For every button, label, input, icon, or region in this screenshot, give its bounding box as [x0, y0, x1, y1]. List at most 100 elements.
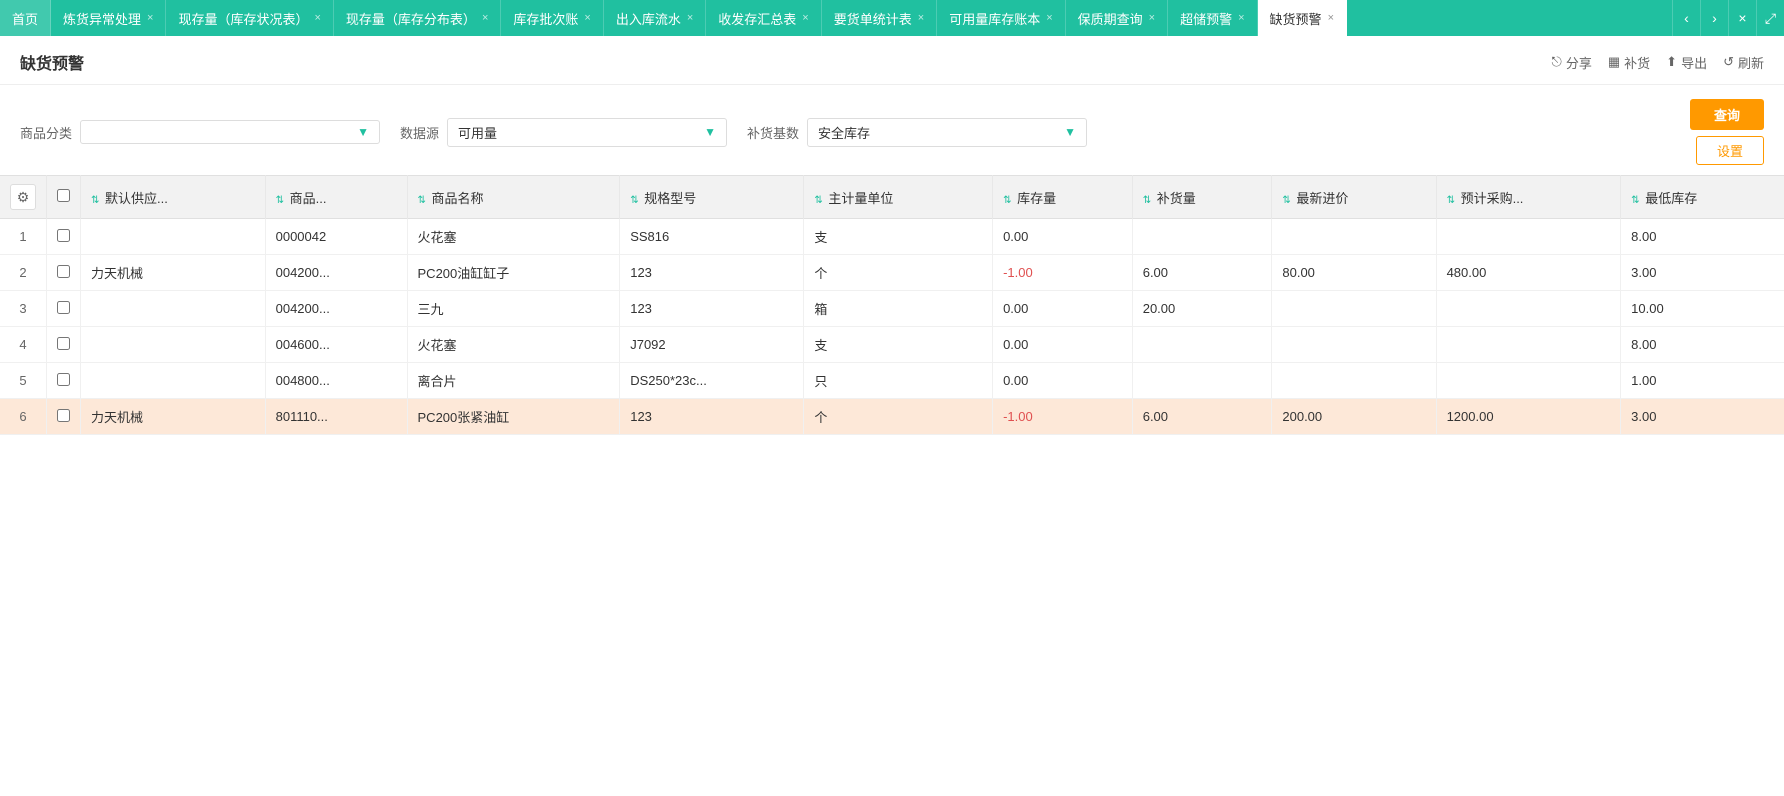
row-spec: 123	[620, 399, 804, 435]
col-replenish-qty: ⇅ 补货量	[1132, 176, 1272, 219]
tab-receive-summary[interactable]: 收发存汇总表 ×	[706, 0, 821, 36]
tab-close-inventory-status[interactable]: ×	[314, 12, 320, 24]
filter-bar: 商品分类 ▼ 数据源 可用量 ▼ 补货基数 安全库存 ▼ 查询 设置	[0, 85, 1784, 175]
tab-available-ledger[interactable]: 可用量库存账本 ×	[937, 0, 1065, 36]
row-product-name: 三九	[407, 291, 620, 327]
tab-fullscreen-btn[interactable]: ⤢	[1756, 0, 1784, 36]
row-checkbox[interactable]	[57, 409, 70, 422]
tab-close-all-btn[interactable]: ×	[1728, 0, 1756, 36]
tab-prev-btn[interactable]: ‹	[1672, 0, 1700, 36]
row-min-stock: 8.00	[1621, 219, 1784, 255]
table-row: 5 004800... 离合片 DS250*23c... 只 0.00 1.00	[0, 363, 1784, 399]
row-product-code: 0000042	[265, 219, 407, 255]
main-content: 缺货预警 ⎋ 分享 ▦ 补货 ⬆ 导出 ↺ 刷新 商品分类	[0, 36, 1784, 796]
tab-overstock[interactable]: 超储预警 ×	[1168, 0, 1257, 36]
tab-close-demand-stats[interactable]: ×	[918, 12, 924, 24]
row-supplier	[81, 291, 266, 327]
col-min-stock: ⇅ 最低库存	[1621, 176, 1784, 219]
refresh-btn[interactable]: ↺ 刷新	[1723, 53, 1764, 72]
row-num: 3	[0, 291, 47, 327]
share-btn[interactable]: ⎋ 分享	[1552, 53, 1592, 72]
tab-close-receive-summary[interactable]: ×	[802, 12, 808, 24]
datasource-select[interactable]: 可用量 ▼	[447, 118, 727, 147]
col-latest-price: ⇅ 最新进价	[1272, 176, 1436, 219]
row-checkbox[interactable]	[57, 373, 70, 386]
table-row: 4 004600... 火花塞 J7092 支 0.00 8.00	[0, 327, 1784, 363]
table-row: 1 0000042 火花塞 SS816 支 0.00 8.00	[0, 219, 1784, 255]
min-stock-sort-icon: ⇅	[1631, 195, 1639, 206]
query-button[interactable]: 查询	[1690, 99, 1764, 130]
tab-bar: 首页 炼货异常处理 × 现存量（库存状况表） × 现存量（库存分布表） × 库存…	[0, 0, 1784, 36]
row-stock: -1.00	[993, 255, 1133, 291]
row-stock: 0.00	[993, 327, 1133, 363]
tab-expiry[interactable]: 保质期查询 ×	[1066, 0, 1168, 36]
tab-inventory-status[interactable]: 现存量（库存状况表） ×	[166, 0, 333, 36]
column-settings-btn[interactable]: ⚙	[10, 184, 36, 210]
replenish-select[interactable]: 安全库存 ▼	[807, 118, 1087, 147]
tab-close-available-ledger[interactable]: ×	[1046, 12, 1052, 24]
tab-exception[interactable]: 炼货异常处理 ×	[51, 0, 166, 36]
row-replenish-qty: 6.00	[1132, 255, 1272, 291]
row-unit: 箱	[804, 291, 993, 327]
row-unit: 个	[804, 399, 993, 435]
replenish-filter-group: 补货基数 安全库存 ▼	[747, 118, 1087, 147]
row-latest-price	[1272, 219, 1436, 255]
row-num: 4	[0, 327, 47, 363]
row-unit: 支	[804, 327, 993, 363]
row-checkbox-cell	[47, 399, 81, 435]
tab-close-shortage[interactable]: ×	[1328, 12, 1334, 24]
row-estimated-purchase	[1436, 219, 1621, 255]
row-supplier: 力天机械	[81, 399, 266, 435]
tab-close-exception[interactable]: ×	[147, 12, 153, 24]
tab-inventory-dist[interactable]: 现存量（库存分布表） ×	[334, 0, 501, 36]
row-checkbox[interactable]	[57, 265, 70, 278]
category-select[interactable]: ▼	[80, 120, 380, 144]
page-header: 缺货预警 ⎋ 分享 ▦ 补货 ⬆ 导出 ↺ 刷新	[0, 36, 1784, 85]
tab-flow[interactable]: 出入库流水 ×	[604, 0, 706, 36]
row-spec: SS816	[620, 219, 804, 255]
row-latest-price	[1272, 363, 1436, 399]
replenish-dropdown-icon: ▼	[1064, 125, 1076, 139]
row-product-name: 火花塞	[407, 219, 620, 255]
tab-next-btn[interactable]: ›	[1700, 0, 1728, 36]
tab-home[interactable]: 首页	[0, 0, 51, 36]
tab-close-overstock[interactable]: ×	[1238, 12, 1244, 24]
row-latest-price	[1272, 327, 1436, 363]
row-checkbox[interactable]	[57, 301, 70, 314]
tab-close-inventory-dist[interactable]: ×	[482, 12, 488, 24]
datasource-label: 数据源	[400, 123, 439, 142]
spec-sort-icon: ⇅	[630, 195, 638, 206]
row-spec: 123	[620, 291, 804, 327]
row-min-stock: 3.00	[1621, 399, 1784, 435]
select-all-checkbox[interactable]	[57, 189, 70, 202]
datasource-dropdown-icon: ▼	[704, 125, 716, 139]
row-min-stock: 10.00	[1621, 291, 1784, 327]
tab-batch-account[interactable]: 库存批次账 ×	[501, 0, 603, 36]
tab-close-flow[interactable]: ×	[687, 12, 693, 24]
row-stock: -1.00	[993, 399, 1133, 435]
tab-demand-stats[interactable]: 要货单统计表 ×	[822, 0, 937, 36]
tab-close-batch-account[interactable]: ×	[584, 12, 590, 24]
setting-button[interactable]: 设置	[1696, 136, 1764, 165]
unit-sort-icon: ⇅	[814, 195, 822, 206]
row-supplier	[81, 219, 266, 255]
row-latest-price: 80.00	[1272, 255, 1436, 291]
row-replenish-qty	[1132, 219, 1272, 255]
replenish-btn[interactable]: ▦ 补货	[1608, 53, 1650, 72]
row-checkbox[interactable]	[57, 229, 70, 242]
row-checkbox-cell	[47, 219, 81, 255]
product-name-sort-icon: ⇅	[418, 195, 426, 206]
row-checkbox-cell	[47, 363, 81, 399]
col-product-name: ⇅ 商品名称	[407, 176, 620, 219]
row-product-code: 004200...	[265, 291, 407, 327]
tab-shortage[interactable]: 缺货预警 ×	[1258, 0, 1347, 36]
export-btn[interactable]: ⬆ 导出	[1666, 53, 1707, 72]
table-container: ⚙ ⇅ 默认供应... ⇅ 商品... ⇅ 商品名称	[0, 175, 1784, 435]
stock-sort-icon: ⇅	[1003, 195, 1011, 206]
row-product-code: 004600...	[265, 327, 407, 363]
row-num: 5	[0, 363, 47, 399]
category-label: 商品分类	[20, 123, 72, 142]
tab-close-expiry[interactable]: ×	[1149, 12, 1155, 24]
table-row: 6 力天机械 801110... PC200张紧油缸 123 个 -1.00 6…	[0, 399, 1784, 435]
row-checkbox[interactable]	[57, 337, 70, 350]
